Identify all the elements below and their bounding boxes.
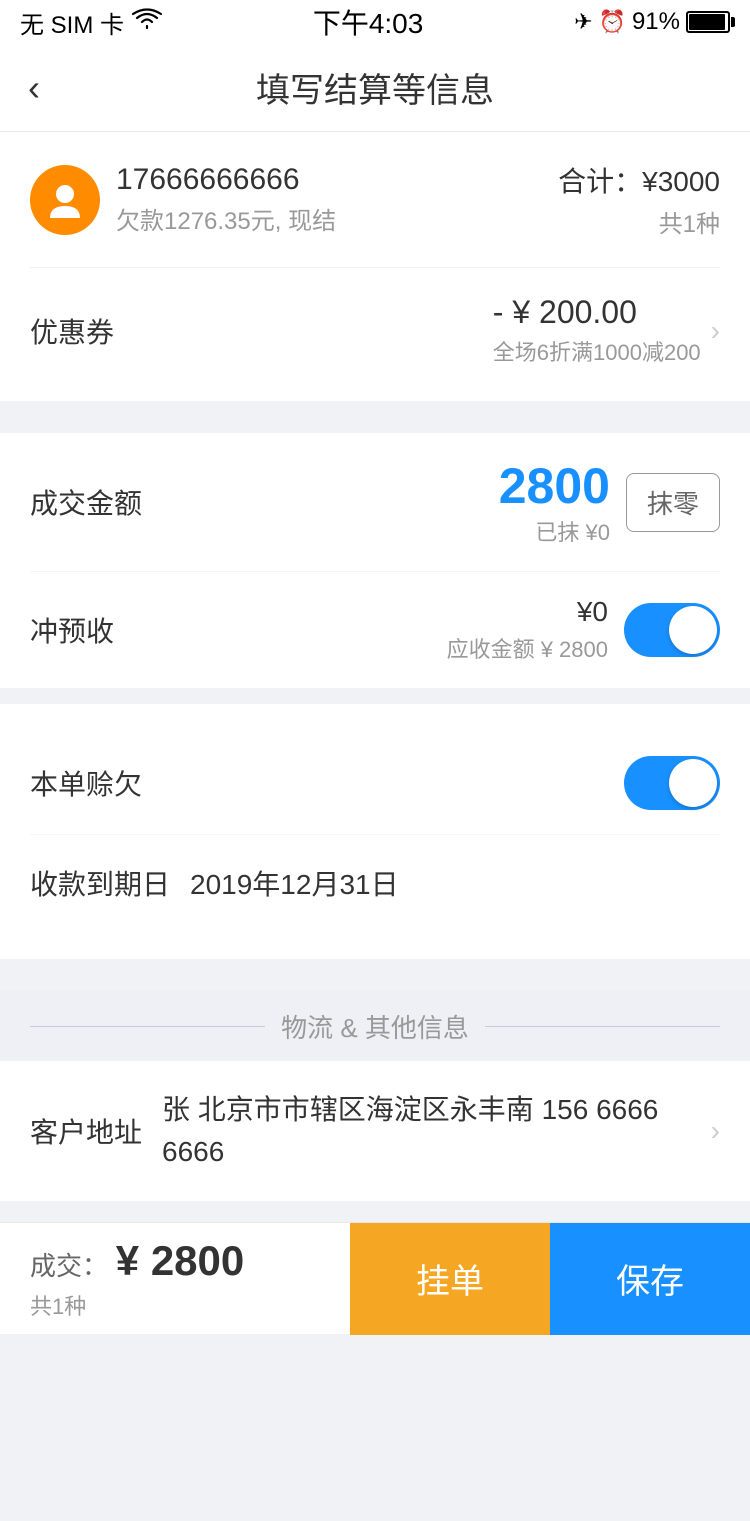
deal-amount-value: 2800 [499, 457, 610, 515]
user-left: 17666666666 欠款1276.35元, 现结 [30, 163, 336, 236]
divider-text: 物流 & 其他信息 [265, 1008, 485, 1045]
user-row: 17666666666 欠款1276.35元, 现结 合计：¥3000 共1种 [30, 160, 720, 239]
round-off-button[interactable]: 抹零 [626, 473, 720, 532]
back-button[interactable]: ‹ [28, 67, 40, 109]
alarm-icon: ⏰ [599, 9, 626, 35]
page-title: 填写结算等信息 [256, 63, 494, 112]
coupon-description: 全场6折满1000减200 [493, 335, 701, 367]
user-phone: 17666666666 [116, 163, 336, 197]
coupon-card: 优惠券 - ¥ 200.00 全场6折满1000减200 › [0, 267, 750, 401]
bottom-price: ¥ 2800 [116, 1237, 244, 1284]
bottom-deal-row: 成交： ¥ 2800 [30, 1237, 320, 1285]
wifi-icon [132, 8, 162, 37]
location-icon: ✈ [574, 9, 592, 35]
prepay-label: 冲预收 [30, 610, 114, 650]
bottom-count: 共1种 [30, 1289, 320, 1321]
user-card: 17666666666 欠款1276.35元, 现结 合计：¥3000 共1种 [0, 132, 750, 267]
address-label: 客户地址 [30, 1111, 142, 1151]
battery-percent: 91% [632, 8, 680, 36]
writeoff-right [624, 756, 720, 810]
due-date-row: 收款到期日 2019年12月31日 [30, 834, 720, 931]
total-amount: 合计：¥3000 [558, 160, 720, 200]
user-totals: 合计：¥3000 共1种 [558, 160, 720, 239]
due-date-value: 2019年12月31日 [190, 863, 399, 903]
separator-2 [0, 688, 750, 704]
avatar-icon [45, 180, 85, 220]
prepay-right: ¥0 应收金额 ¥ 2800 [447, 596, 720, 664]
user-info: 17666666666 欠款1276.35元, 现结 [116, 163, 336, 236]
address-row[interactable]: 客户地址 张 北京市市辖区海淀区永丰南 156 6666 6666 › [0, 1061, 750, 1201]
user-debt: 欠款1276.35元, 现结 [116, 201, 336, 236]
separator-1 [0, 417, 750, 433]
deal-amount-note: 已抹 ¥0 [499, 515, 610, 547]
deal-amount-right: 2800 已抹 ¥0 抹零 [499, 457, 720, 547]
prepay-info: ¥0 应收金额 ¥ 2800 [447, 596, 608, 664]
deal-amount-row: 成交金额 2800 已抹 ¥0 抹零 [30, 433, 720, 572]
coupon-row[interactable]: 优惠券 - ¥ 200.00 全场6折满1000减200 › [30, 267, 720, 373]
hang-button[interactable]: 挂单 [350, 1223, 550, 1335]
bottom-info: 成交： ¥ 2800 共1种 [0, 1237, 350, 1321]
prepay-amount: ¥0 [447, 596, 608, 628]
carrier-text: 无 SIM 卡 [20, 5, 124, 40]
separator-3 [0, 975, 750, 991]
toggle-thumb-2 [669, 759, 717, 807]
coupon-right: - ¥ 200.00 全场6折满1000减200 › [493, 294, 720, 367]
save-button[interactable]: 保存 [550, 1223, 750, 1335]
address-chevron-icon: › [711, 1115, 720, 1147]
coupon-label: 优惠券 [30, 311, 114, 351]
writeoff-toggle[interactable] [624, 756, 720, 810]
bottom-deal-label: 成交： [30, 1251, 108, 1281]
due-date-label: 收款到期日 [30, 863, 170, 903]
total-count: 共1种 [558, 204, 720, 239]
avatar [30, 165, 100, 235]
status-bar: 无 SIM 卡 下午4:03 ✈ ⏰ 91% [0, 0, 750, 44]
chevron-right-icon: › [711, 315, 720, 347]
address-content: 张 北京市市辖区海淀区永丰南 156 6666 6666 [162, 1089, 701, 1173]
section-divider: 物流 & 其他信息 [0, 991, 750, 1061]
prepay-toggle[interactable] [624, 603, 720, 657]
amount-section: 成交金额 2800 已抹 ¥0 抹零 冲预收 ¥0 应收金额 ¥ 2800 [0, 433, 750, 688]
status-time: 下午4:03 [313, 2, 424, 42]
toggle-thumb [669, 606, 717, 654]
coupon-discount: - ¥ 200.00 [493, 294, 701, 331]
deal-amount-label: 成交金额 [30, 482, 142, 522]
status-left: 无 SIM 卡 [20, 5, 162, 40]
status-right: ✈ ⏰ 91% [574, 8, 730, 36]
prepay-row: 冲预收 ¥0 应收金额 ¥ 2800 [30, 572, 720, 688]
writeoff-row: 本单赊欠 [30, 732, 720, 834]
bottom-bar: 成交： ¥ 2800 共1种 挂单 保存 [0, 1222, 750, 1334]
writeoff-label: 本单赊欠 [30, 763, 142, 803]
writeoff-card: 本单赊欠 收款到期日 2019年12月31日 [0, 704, 750, 959]
prepay-note: 应收金额 ¥ 2800 [447, 632, 608, 664]
battery-icon [686, 11, 730, 33]
nav-bar: ‹ 填写结算等信息 [0, 44, 750, 132]
